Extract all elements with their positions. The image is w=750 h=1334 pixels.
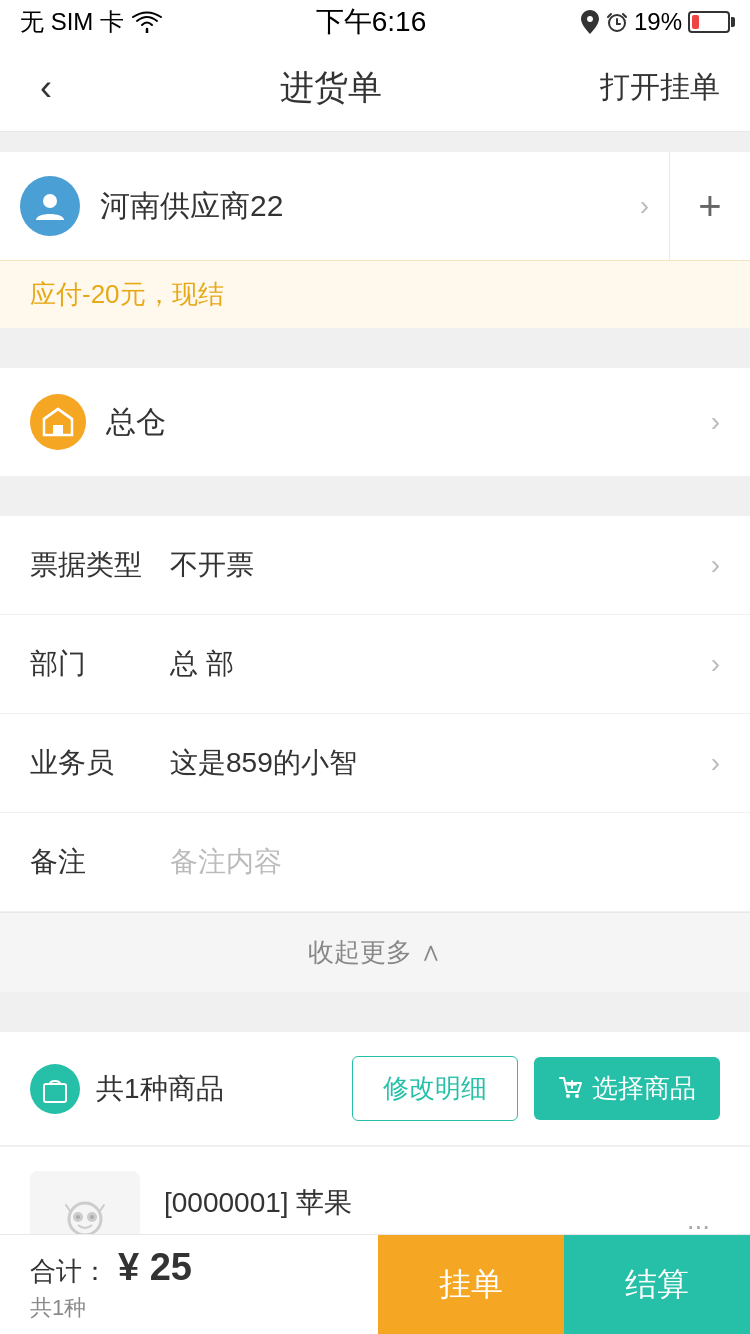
- open-hang-button[interactable]: 打开挂单: [600, 67, 720, 108]
- total-count: 共1种: [30, 1293, 348, 1323]
- section-gap-1: [0, 132, 750, 152]
- supplier-name: 河南供应商22: [100, 186, 640, 227]
- select-product-button[interactable]: 选择商品: [534, 1057, 720, 1120]
- edit-detail-button[interactable]: 修改明细: [352, 1056, 518, 1121]
- battery-fill: [692, 15, 699, 29]
- hang-button[interactable]: 挂单: [378, 1235, 564, 1334]
- sales-person-label: 业务员: [30, 744, 150, 782]
- svg-rect-4: [53, 425, 63, 435]
- supplier-add-button[interactable]: +: [670, 152, 750, 260]
- ticket-type-value: 不开票: [150, 546, 711, 584]
- status-right: 19%: [580, 8, 730, 36]
- total-row: 合计： ¥ 25: [30, 1246, 348, 1289]
- battery-icon: [688, 11, 730, 33]
- status-time: 下午6:16: [316, 3, 427, 41]
- product-name: [0000001] 苹果: [164, 1184, 677, 1222]
- notice-bar: 应付-20元，现结: [0, 260, 750, 328]
- department-label: 部门: [30, 645, 150, 683]
- ticket-type-row[interactable]: 票据类型 不开票 ›: [0, 516, 750, 615]
- sales-person-row[interactable]: 业务员 这是859的小智 ›: [0, 714, 750, 813]
- svg-point-6: [566, 1094, 570, 1098]
- supplier-row[interactable]: 河南供应商22 ›: [0, 152, 670, 260]
- form-section: 票据类型 不开票 › 部门 总 部 › 业务员 这是859的小智 › 备注 备注…: [0, 516, 750, 992]
- notice-text: 应付-20元，现结: [30, 279, 224, 309]
- supplier-chevron-icon: ›: [640, 190, 649, 222]
- main-content: 河南供应商22 › + 应付-20元，现结 总仓 ›: [0, 132, 750, 1334]
- warehouse-name: 总仓: [106, 402, 711, 443]
- svg-point-7: [575, 1094, 579, 1098]
- status-bar: 无 SIM 卡 下午6:16 19%: [0, 0, 750, 44]
- nav-bar: ‹ 进货单 打开挂单: [0, 44, 750, 132]
- status-left: 无 SIM 卡: [20, 6, 162, 38]
- remark-input[interactable]: 备注内容: [150, 843, 720, 881]
- section-gap-2: [0, 328, 750, 348]
- ticket-type-chevron-icon: ›: [711, 549, 720, 581]
- person-icon: [32, 188, 68, 224]
- carrier-label: 无 SIM 卡: [20, 6, 124, 38]
- warehouse-row[interactable]: 总仓 ›: [0, 368, 750, 476]
- supplier-section: 河南供应商22 › +: [0, 152, 750, 260]
- products-count: 共1种商品: [96, 1070, 352, 1108]
- warehouse-icon: [30, 394, 86, 450]
- page-title: 进货单: [280, 65, 382, 111]
- sales-person-chevron-icon: ›: [711, 747, 720, 779]
- products-icon: [30, 1064, 80, 1114]
- location-icon: [580, 10, 600, 34]
- warehouse-section: 总仓 ›: [0, 368, 750, 476]
- sales-person-value: 这是859的小智: [150, 744, 711, 782]
- products-header: 共1种商品 修改明细 选择商品: [0, 1032, 750, 1146]
- section-gap-4: [0, 992, 750, 1012]
- total-label: 合计：: [30, 1254, 108, 1289]
- svg-rect-5: [44, 1084, 66, 1102]
- ticket-type-label: 票据类型: [30, 546, 150, 584]
- product-code: [0000001] 苹果: [164, 1187, 352, 1218]
- svg-point-3: [43, 194, 57, 208]
- alarm-icon: [606, 11, 628, 33]
- settle-button[interactable]: 结算: [564, 1235, 750, 1334]
- remark-row[interactable]: 备注 备注内容: [0, 813, 750, 912]
- remark-label: 备注: [30, 843, 150, 881]
- section-gap-3: [0, 476, 750, 496]
- svg-point-13: [76, 1215, 80, 1219]
- cart-icon: [558, 1076, 584, 1102]
- back-button[interactable]: ‹: [30, 57, 62, 119]
- select-product-label: 选择商品: [592, 1071, 696, 1106]
- battery-percent: 19%: [634, 8, 682, 36]
- collapse-button[interactable]: 收起更多 ∧: [0, 912, 750, 992]
- home-icon: [41, 405, 75, 439]
- supplier-avatar: [20, 176, 80, 236]
- svg-point-14: [90, 1215, 94, 1219]
- wifi-icon: [132, 11, 162, 33]
- total-amount: ¥ 25: [118, 1246, 192, 1289]
- department-chevron-icon: ›: [711, 648, 720, 680]
- department-row[interactable]: 部门 总 部 ›: [0, 615, 750, 714]
- warehouse-chevron-icon: ›: [711, 406, 720, 438]
- bag-icon: [40, 1074, 70, 1104]
- bottom-bar: 合计： ¥ 25 共1种 挂单 结算: [0, 1234, 750, 1334]
- department-value: 总 部: [150, 645, 711, 683]
- total-section: 合计： ¥ 25 共1种: [0, 1235, 378, 1334]
